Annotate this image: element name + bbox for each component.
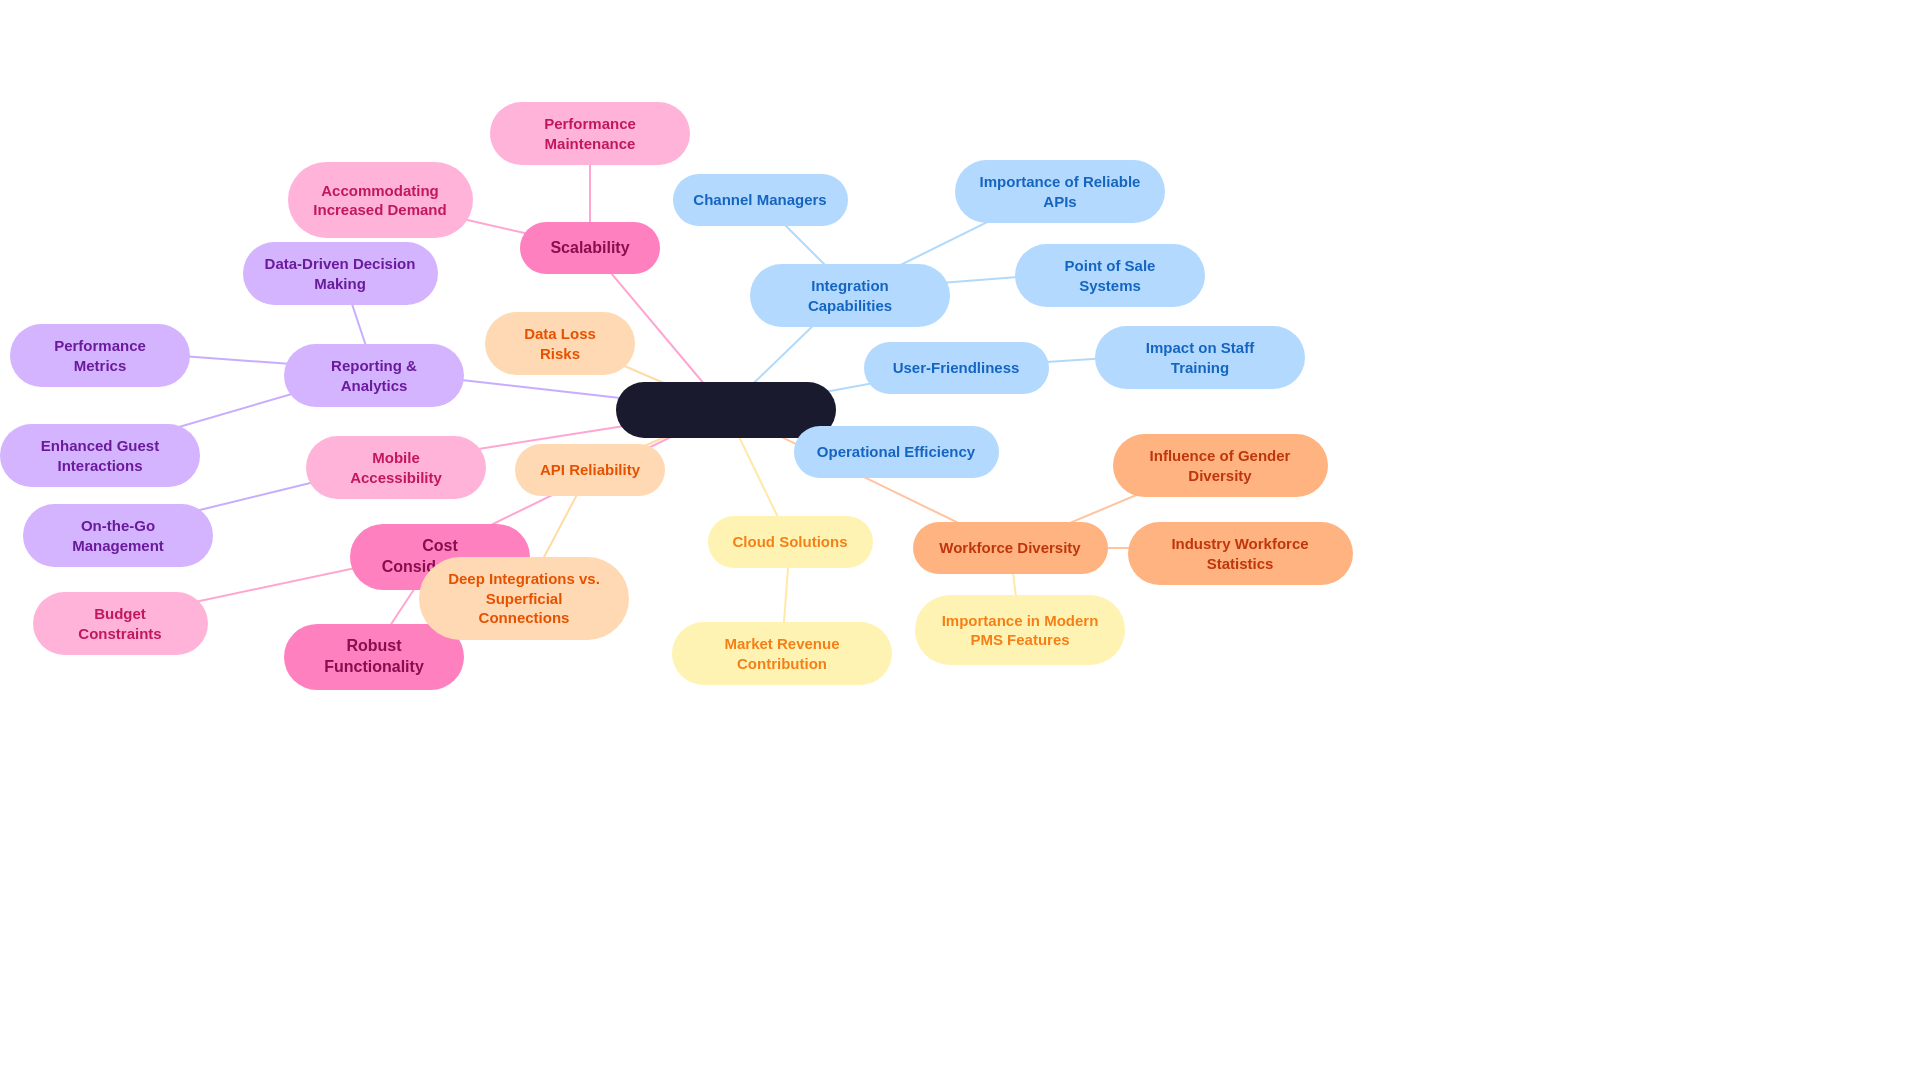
perf-maintenance-node[interactable]: Performance Maintenance — [490, 102, 690, 165]
robust-node[interactable]: Robust Functionality — [284, 624, 464, 690]
data-loss-node[interactable]: Data Loss Risks — [485, 312, 635, 375]
market-revenue-node[interactable]: Market Revenue Contribution — [672, 622, 892, 685]
api-reliability-node[interactable]: API Reliability — [515, 444, 665, 496]
deep-integrations-node[interactable]: Deep Integrations vs. Superficial Connec… — [419, 557, 629, 640]
user-friendliness-node[interactable]: User-Friendliness — [864, 342, 1049, 394]
integration-node[interactable]: Integration Capabilities — [750, 264, 950, 327]
operational-node[interactable]: Operational Efficiency — [794, 426, 999, 478]
industry-workforce-node[interactable]: Industry Workforce Statistics — [1128, 522, 1353, 585]
on-the-go-node[interactable]: On-the-Go Management — [23, 504, 213, 567]
center-node[interactable] — [616, 382, 836, 438]
enhanced-guest-node[interactable]: Enhanced Guest Interactions — [0, 424, 200, 487]
reporting-node[interactable]: Reporting & Analytics — [284, 344, 464, 407]
impact-staff-node[interactable]: Impact on Staff Training — [1095, 326, 1305, 389]
scalability-node[interactable]: Scalability — [520, 222, 660, 274]
importance-modern-node[interactable]: Importance in Modern PMS Features — [915, 595, 1125, 665]
influence-gender-node[interactable]: Influence of Gender Diversity — [1113, 434, 1328, 497]
budget-node[interactable]: Budget Constraints — [33, 592, 208, 655]
importance-apis-node[interactable]: Importance of Reliable APIs — [955, 160, 1165, 223]
mobile-node[interactable]: Mobile Accessibility — [306, 436, 486, 499]
data-driven-node[interactable]: Data-Driven Decision Making — [243, 242, 438, 305]
perf-metrics-node[interactable]: Performance Metrics — [10, 324, 190, 387]
workforce-node[interactable]: Workforce Diversity — [913, 522, 1108, 574]
channel-managers-node[interactable]: Channel Managers — [673, 174, 848, 226]
pos-node[interactable]: Point of Sale Systems — [1015, 244, 1205, 307]
cloud-node[interactable]: Cloud Solutions — [708, 516, 873, 568]
accommodating-node[interactable]: Accommodating Increased Demand — [288, 162, 473, 238]
